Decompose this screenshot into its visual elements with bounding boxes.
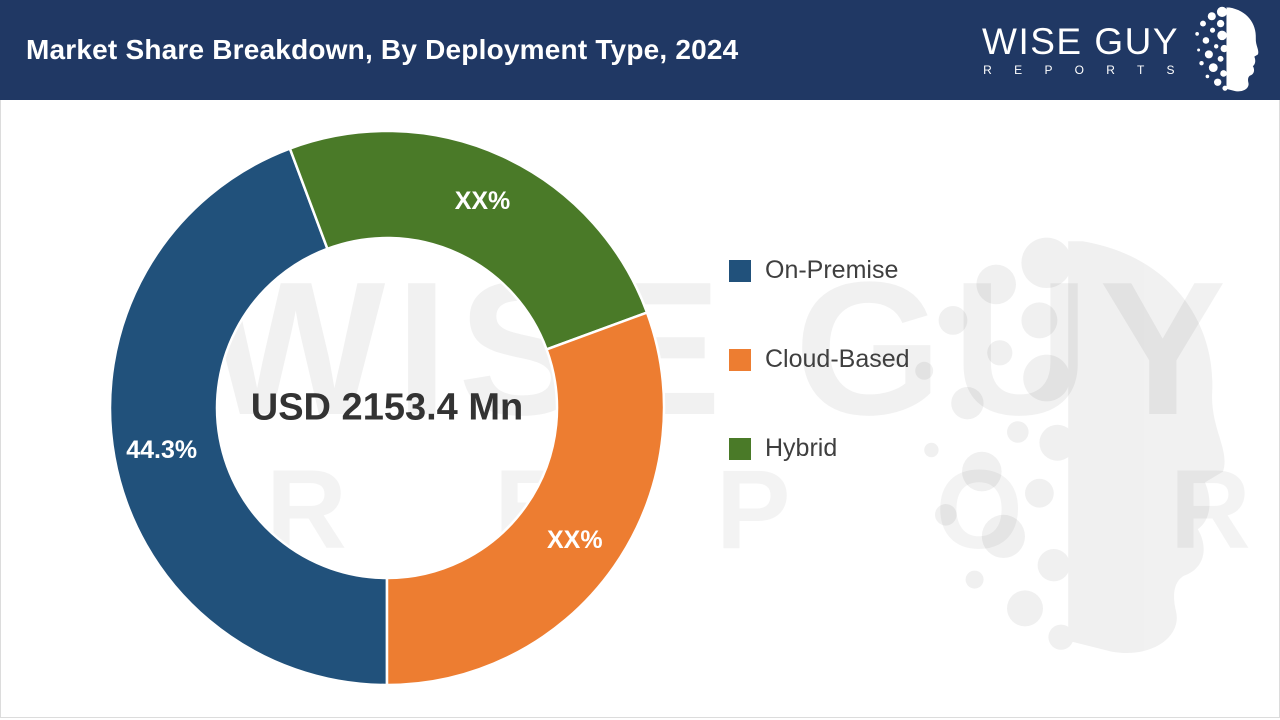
donut-segment-hybrid	[288, 129, 649, 352]
slice-label-on-premise: 44.3%	[126, 436, 197, 464]
slice-label-hybrid: XX%	[455, 187, 511, 215]
legend-label-hybrid: Hybrid	[765, 434, 838, 462]
legend-item-cloud-based: Cloud-Based	[729, 345, 910, 374]
header-bar: Market Share Breakdown, By Deployment Ty…	[0, 0, 1280, 100]
legend-swatch-hybrid	[729, 437, 751, 460]
chart-area: WISE GUY R E P O R T S 44.3%XX%XX% USD 2…	[0, 100, 1280, 718]
donut-segment-cloud-based	[385, 310, 666, 687]
wise-guy-reports-logo: WISE GUY R E P O R T S	[977, 6, 1262, 94]
slice-label-cloud-based: XX%	[547, 526, 603, 554]
legend-swatch-on-premise	[729, 259, 751, 282]
page-title: Market Share Breakdown, By Deployment Ty…	[26, 34, 739, 65]
legend-swatch-cloud-based	[729, 348, 751, 371]
logo-face-icon	[1195, 6, 1259, 92]
legend: On-Premise Cloud-Based Hybrid	[729, 256, 910, 463]
logo-subtext: R E P O R T S	[983, 63, 1184, 77]
watermark-face-icon	[915, 237, 1225, 654]
legend-label-on-premise: On-Premise	[765, 256, 899, 284]
logo-wordmark: WISE GUY	[982, 21, 1180, 62]
legend-label-cloud-based: Cloud-Based	[765, 345, 910, 373]
logo-text: WISE GUY R E P O R T S	[977, 23, 1184, 77]
donut-center-value: USD 2153.4 Mn	[250, 386, 524, 429]
legend-item-on-premise: On-Premise	[729, 256, 910, 285]
legend-item-hybrid: Hybrid	[729, 434, 910, 463]
